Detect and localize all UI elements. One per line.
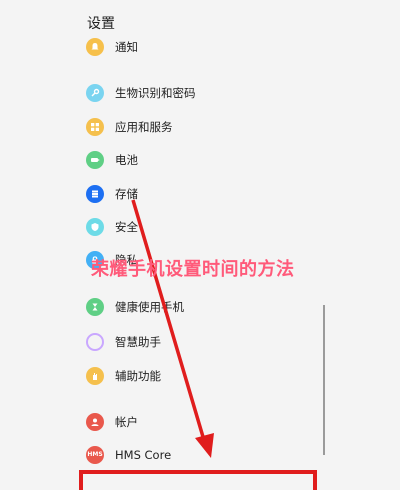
settings-item-label: 应用和服务 [115, 120, 173, 134]
hand-icon [86, 367, 104, 385]
settings-item-label: 通知 [115, 40, 138, 54]
highlight-box [79, 470, 317, 490]
settings-item-account[interactable]: 帐户 [80, 407, 330, 437]
settings-item-label: 健康使用手机 [115, 300, 184, 314]
settings-item-hms-core[interactable]: HMS HMS Core [80, 440, 330, 470]
settings-item-label: HMS Core [115, 448, 172, 462]
settings-screen: 设置 通知 生物识别和密码 应用和服务 电池 存储 安全 隐私 健康使用手机 智… [0, 0, 400, 490]
settings-item-notifications[interactable]: 通知 [80, 32, 330, 62]
settings-item-label: 生物识别和密码 [115, 86, 196, 100]
hms-core-icon: HMS [86, 446, 104, 464]
key-icon [86, 84, 104, 102]
settings-item-security[interactable]: 安全 [80, 212, 330, 242]
settings-item-label: 存储 [115, 187, 138, 201]
hms-badge-text: HMS [87, 451, 103, 458]
settings-item-storage[interactable]: 存储 [80, 179, 330, 209]
storage-icon [86, 185, 104, 203]
bell-icon [86, 38, 104, 56]
assistant-ring-icon [86, 333, 104, 351]
settings-item-accessibility[interactable]: 辅助功能 [80, 361, 330, 391]
settings-item-label: 智慧助手 [115, 335, 161, 349]
apps-grid-icon [86, 118, 104, 136]
settings-item-label: 安全 [115, 220, 138, 234]
settings-item-apps[interactable]: 应用和服务 [80, 112, 330, 142]
account-icon [86, 413, 104, 431]
settings-item-battery[interactable]: 电池 [80, 145, 330, 175]
scrollbar[interactable] [323, 305, 325, 455]
shield-icon [86, 218, 104, 236]
page-title: 设置 [87, 16, 115, 32]
settings-item-label: 帐户 [115, 415, 138, 429]
settings-item-biometrics[interactable]: 生物识别和密码 [80, 78, 330, 108]
hourglass-icon [86, 298, 104, 316]
battery-icon [86, 151, 104, 169]
settings-item-digital-balance[interactable]: 健康使用手机 [80, 292, 330, 322]
settings-item-label: 电池 [115, 153, 138, 167]
settings-item-label: 辅助功能 [115, 369, 161, 383]
settings-item-assistant[interactable]: 智慧助手 [80, 327, 330, 357]
overlay-caption: 荣耀手机设置时间的方法 [91, 259, 295, 280]
